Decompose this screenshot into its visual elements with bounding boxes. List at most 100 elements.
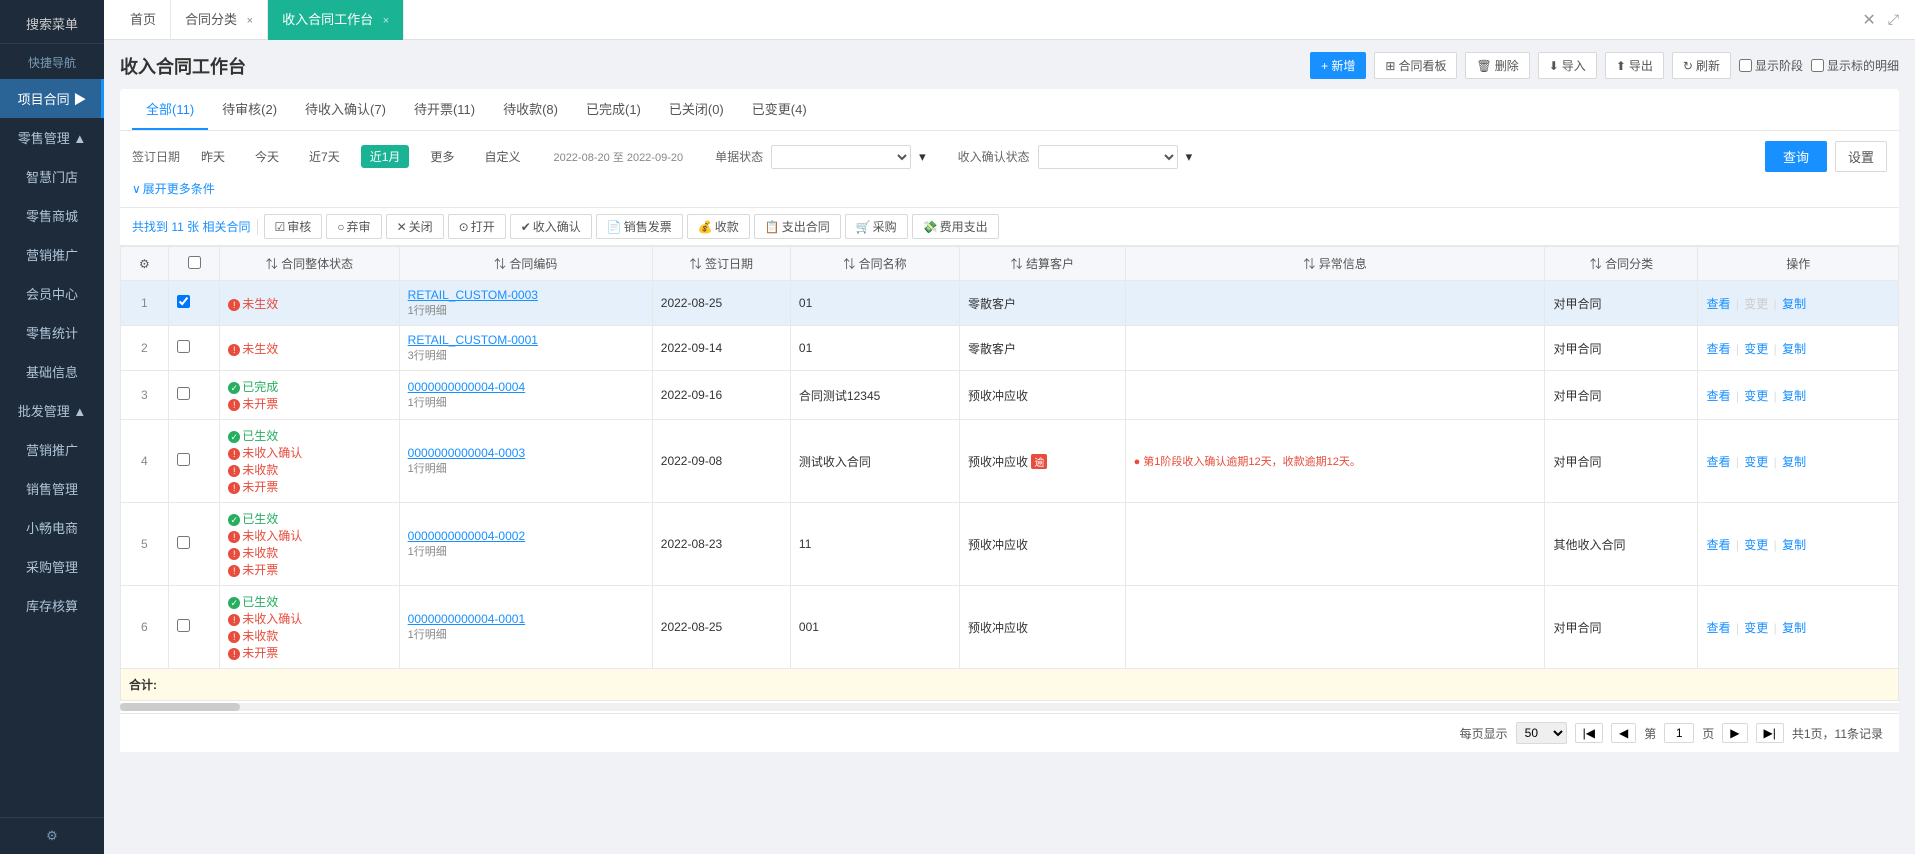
sidebar-item-marketing[interactable]: 营销推广 xyxy=(0,235,104,274)
code-link[interactable]: 0000000000004-0003 xyxy=(408,446,525,460)
income-confirm-button[interactable]: ✔ 收入确认 xyxy=(510,214,592,239)
sidebar-quick-nav[interactable]: 快捷导航 xyxy=(0,44,104,79)
contract-board-button[interactable]: ⊞ 合同看板 xyxy=(1374,52,1457,79)
expand-conditions-button[interactable]: ∨ 展开更多条件 xyxy=(132,180,1887,197)
op-复制-button[interactable]: 复制 xyxy=(1782,538,1806,552)
scrollbar-thumb[interactable] xyxy=(120,703,240,711)
sidebar-item-project[interactable]: 项目合同 ▶ xyxy=(0,79,104,118)
row-checkbox-cell[interactable] xyxy=(168,420,220,503)
op-复制-button[interactable]: 复制 xyxy=(1782,389,1806,403)
row-checkbox-cell[interactable] xyxy=(168,371,220,420)
row-checkbox-cell[interactable] xyxy=(168,281,220,326)
sidebar-item-sales-mgmt[interactable]: 销售管理 xyxy=(0,469,104,508)
sidebar-item-smart-store[interactable]: 智慧门店 xyxy=(0,157,104,196)
show-detail-checkbox[interactable]: 显示标的明细 xyxy=(1811,57,1899,74)
income-confirm-select[interactable] xyxy=(1038,145,1178,169)
tab-contract-category[interactable]: 合同分类 × xyxy=(171,0,268,40)
sidebar-item-marketing2[interactable]: 营销推广 xyxy=(0,430,104,469)
tab-home[interactable]: 首页 xyxy=(116,0,171,40)
col-name[interactable]: ⇅ 合同名称 xyxy=(790,247,959,281)
horizontal-scrollbar[interactable] xyxy=(120,703,1899,711)
tab-close-icon[interactable]: × xyxy=(247,15,253,27)
code-link[interactable]: 0000000000004-0004 xyxy=(408,380,525,394)
row-code[interactable]: 0000000000004-00031行明细 xyxy=(399,420,652,503)
select-all-checkbox[interactable] xyxy=(188,256,201,269)
sidebar-item-wholesale-mgmt[interactable]: 批发管理 ▲ xyxy=(0,391,104,430)
show-detail-input[interactable] xyxy=(1811,59,1824,72)
filter-tab-pending-income-confirm[interactable]: 待收入确认(7) xyxy=(291,89,400,130)
next-page-button[interactable]: ▶ xyxy=(1722,723,1747,743)
query-button[interactable]: 查询 xyxy=(1765,141,1827,172)
window-expand-icon[interactable]: ⤢ xyxy=(1884,11,1903,28)
filter-setting-button[interactable]: 设置 xyxy=(1835,141,1887,172)
row-checkbox-cell[interactable] xyxy=(168,503,220,586)
sidebar-item-purchase-mgmt[interactable]: 采购管理 xyxy=(0,547,104,586)
filter-tab-pending-receive[interactable]: 待收款(8) xyxy=(489,89,572,130)
sales-invoice-button[interactable]: 📄 销售发票 xyxy=(596,214,683,239)
op-复制-button[interactable]: 复制 xyxy=(1782,297,1806,311)
row-checkbox[interactable] xyxy=(177,619,190,632)
sidebar-item-retail-stats[interactable]: 零售统计 xyxy=(0,313,104,352)
op-查看-button[interactable]: 查看 xyxy=(1706,342,1730,356)
op-变更-button[interactable]: 变更 xyxy=(1744,621,1768,635)
filter-tab-all[interactable]: 全部(11) xyxy=(132,89,208,130)
op-复制-button[interactable]: 复制 xyxy=(1782,455,1806,469)
row-code[interactable]: RETAIL_CUSTOM-00013行明细 xyxy=(399,326,652,371)
show-stage-input[interactable] xyxy=(1739,59,1752,72)
export-button[interactable]: ⬆ 导出 xyxy=(1605,52,1664,79)
receive-payment-button[interactable]: 💰 收款 xyxy=(687,214,750,239)
delete-button[interactable]: 🗑 删除 xyxy=(1465,52,1529,79)
col-checkbox[interactable] xyxy=(168,247,220,281)
sidebar-settings[interactable]: ⚙ xyxy=(0,817,104,854)
date-btn-today[interactable]: 今天 xyxy=(246,145,288,168)
per-page-select[interactable]: 50 100 200 xyxy=(1516,722,1567,744)
show-stage-checkbox[interactable]: 显示阶段 xyxy=(1739,57,1803,74)
row-code[interactable]: 0000000000004-00011行明细 xyxy=(399,586,652,669)
row-checkbox[interactable] xyxy=(177,536,190,549)
first-page-button[interactable]: |◀ xyxy=(1575,723,1603,743)
code-link[interactable]: 0000000000004-0001 xyxy=(408,612,525,626)
op-查看-button[interactable]: 查看 xyxy=(1706,621,1730,635)
col-category[interactable]: ⇅ 合同分类 xyxy=(1545,247,1698,281)
row-code[interactable]: RETAIL_CUSTOM-00031行明细 xyxy=(399,281,652,326)
op-变更-button[interactable]: 变更 xyxy=(1744,389,1768,403)
row-checkbox-cell[interactable] xyxy=(168,326,220,371)
sidebar-item-retail-mgmt[interactable]: 零售管理 ▲ xyxy=(0,118,104,157)
import-button[interactable]: ⬇ 导入 xyxy=(1538,52,1597,79)
col-settings[interactable]: ⚙ xyxy=(121,247,169,281)
close-button[interactable]: ✕ 关闭 xyxy=(386,214,444,239)
op-查看-button[interactable]: 查看 xyxy=(1706,455,1730,469)
sidebar-search[interactable]: 搜索菜单 xyxy=(0,0,104,44)
date-btn-7days[interactable]: 近7天 xyxy=(300,145,349,168)
col-date[interactable]: ⇅ 签订日期 xyxy=(652,247,790,281)
row-checkbox[interactable] xyxy=(177,340,190,353)
date-btn-custom[interactable]: 自定义 xyxy=(475,145,529,168)
new-button[interactable]: + 新增 xyxy=(1310,52,1366,79)
sidebar-item-base-info[interactable]: 基础信息 xyxy=(0,352,104,391)
col-abnormal[interactable]: ⇅ 异常信息 xyxy=(1125,247,1545,281)
filter-tab-pending-review[interactable]: 待审核(2) xyxy=(208,89,291,130)
cost-expense-button[interactable]: 💸 费用支出 xyxy=(912,214,999,239)
op-查看-button[interactable]: 查看 xyxy=(1706,389,1730,403)
tab-close-icon[interactable]: × xyxy=(383,15,389,27)
sidebar-item-inventory[interactable]: 库存核算 xyxy=(0,586,104,625)
op-变更-button[interactable]: 变更 xyxy=(1744,538,1768,552)
date-btn-yesterday[interactable]: 昨天 xyxy=(192,145,234,168)
sidebar-item-member[interactable]: 会员中心 xyxy=(0,274,104,313)
row-checkbox-cell[interactable] xyxy=(168,586,220,669)
page-number-input[interactable] xyxy=(1664,723,1694,743)
code-link[interactable]: 0000000000004-0002 xyxy=(408,529,525,543)
last-page-button[interactable]: ▶| xyxy=(1756,723,1784,743)
expense-contract-button[interactable]: 📋 支出合同 xyxy=(754,214,841,239)
op-查看-button[interactable]: 查看 xyxy=(1706,297,1730,311)
code-link[interactable]: RETAIL_CUSTOM-0001 xyxy=(408,333,538,347)
sidebar-item-retail-mall[interactable]: 零售商城 xyxy=(0,196,104,235)
filter-tab-changed[interactable]: 已变更(4) xyxy=(738,89,821,130)
date-btn-1month[interactable]: 近1月 xyxy=(361,145,410,168)
code-link[interactable]: RETAIL_CUSTOM-0003 xyxy=(408,288,538,302)
row-code[interactable]: 0000000000004-00021行明细 xyxy=(399,503,652,586)
window-close-icon[interactable]: ✕ xyxy=(1854,10,1883,30)
op-复制-button[interactable]: 复制 xyxy=(1782,621,1806,635)
sidebar-item-xiaochang[interactable]: 小畅电商 xyxy=(0,508,104,547)
op-复制-button[interactable]: 复制 xyxy=(1782,342,1806,356)
